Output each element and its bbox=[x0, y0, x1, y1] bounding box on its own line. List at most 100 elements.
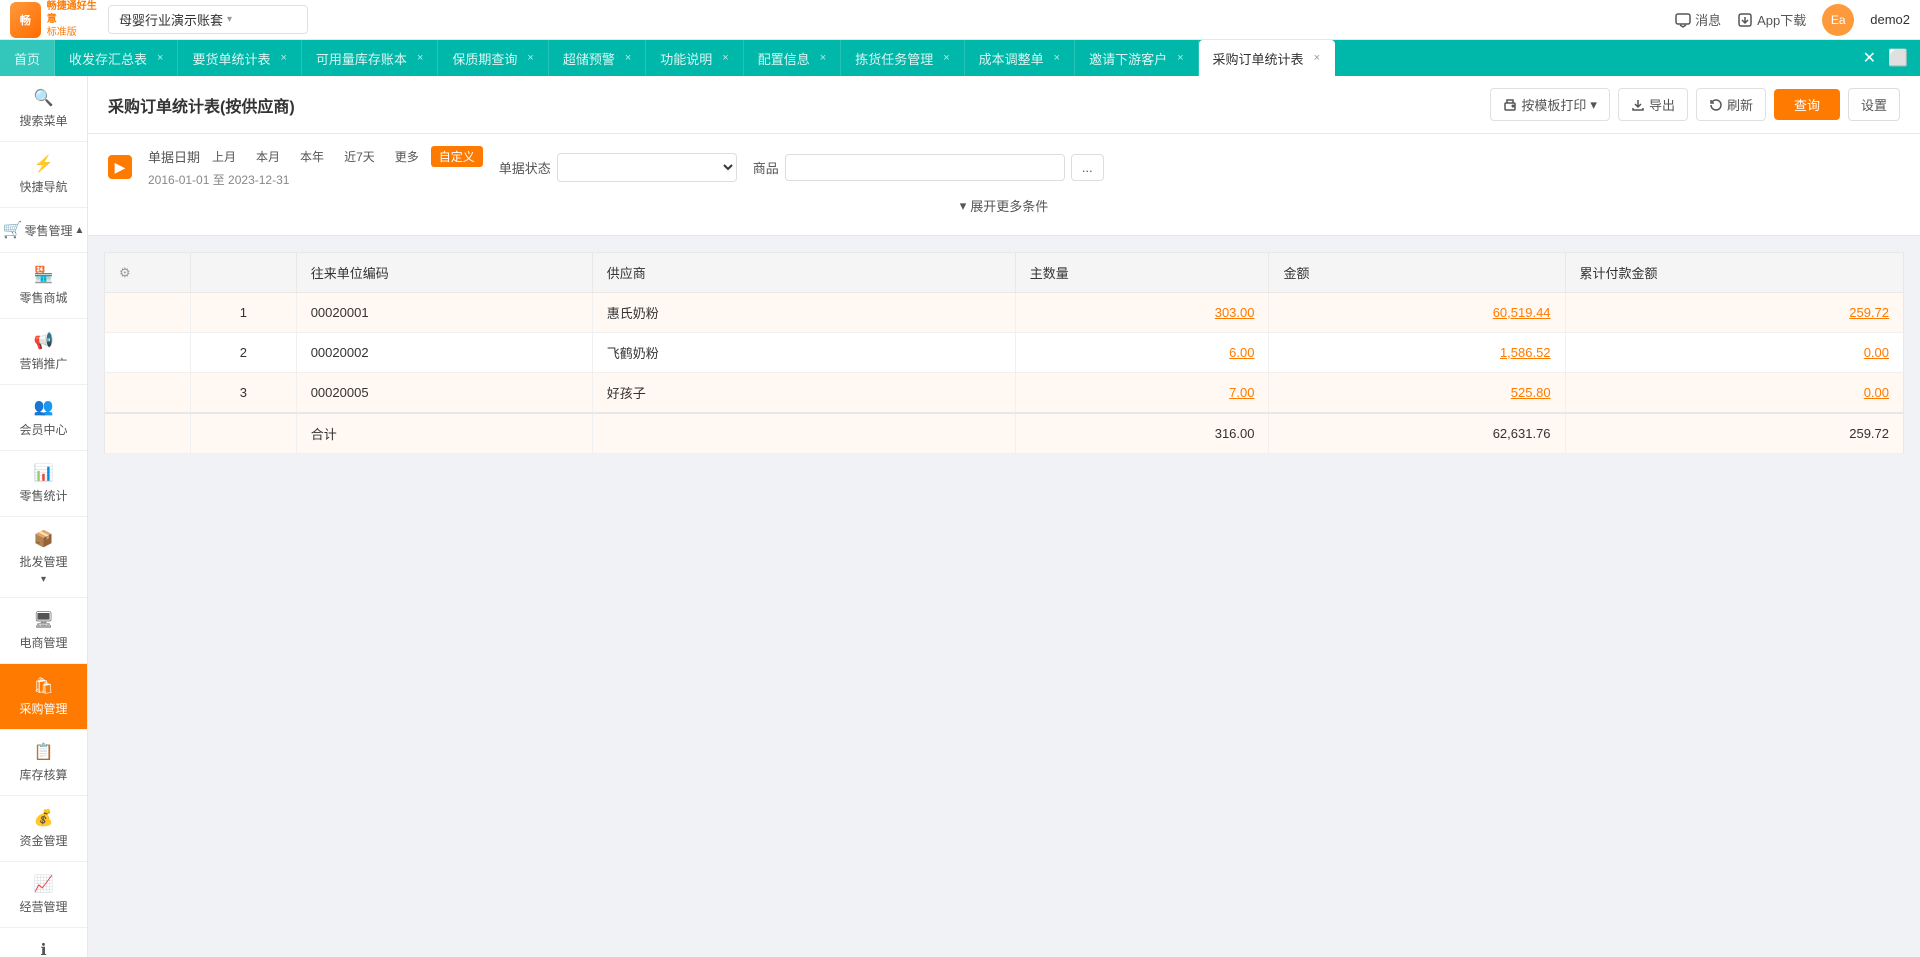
tab-order-stat-label: 要货单统计表 bbox=[192, 49, 270, 68]
row3-qty-val[interactable]: 7.00 bbox=[1229, 385, 1254, 400]
tab-overstock-alert[interactable]: 超储预警 × bbox=[549, 40, 646, 76]
tab-overstock-alert-close[interactable]: × bbox=[625, 52, 631, 64]
sidebar-item-member-center[interactable]: 👥 会员中心 bbox=[0, 385, 87, 451]
col-qty-label: 主数量 bbox=[1030, 266, 1069, 281]
data-table: ⚙ 往来单位编码 供应商 主数量 金额 bbox=[104, 252, 1904, 454]
print-button[interactable]: 按模板打印 ▾ bbox=[1490, 88, 1610, 121]
sidebar-item-wholesale-mgmt[interactable]: 📦 批发管理 ▾ bbox=[0, 517, 87, 598]
tab-expiry-query-close[interactable]: × bbox=[527, 52, 533, 64]
tab-invite-downstream-close[interactable]: × bbox=[1177, 52, 1183, 64]
tab-picking-task[interactable]: 拣货任务管理 × bbox=[841, 40, 964, 76]
sidebar-item-retail-mgmt[interactable]: 🛒 零售管理 ▲ bbox=[0, 208, 87, 253]
tab-home[interactable]: 首页 bbox=[0, 40, 55, 76]
topbar: 畅 畅捷通好生意 标准版 母婴行业演示账套 ▾ 消息 App下载 Ea demo… bbox=[0, 0, 1920, 40]
filter-toggle-btn[interactable]: ▶ bbox=[108, 155, 132, 179]
date-range: 2016-01-01 至 2023-12-31 bbox=[148, 171, 483, 188]
expand-more-btn[interactable]: ▾ 展开更多条件 bbox=[960, 196, 1049, 215]
date-this-month[interactable]: 本月 bbox=[248, 146, 288, 167]
tab-picking-task-close[interactable]: × bbox=[943, 52, 949, 64]
sidebar-ops-mgmt-label: 经营管理 bbox=[19, 898, 67, 915]
marketing-icon: 📢 bbox=[34, 331, 54, 351]
nav-restore-btn[interactable]: ⬜ bbox=[1884, 44, 1912, 72]
sidebar-item-retail-stats[interactable]: 📊 零售统计 bbox=[0, 451, 87, 517]
search-icon: 🔍 bbox=[34, 88, 54, 108]
date-last-month[interactable]: 上月 bbox=[204, 146, 244, 167]
status-select[interactable] bbox=[557, 153, 737, 182]
query-button[interactable]: 查询 bbox=[1774, 89, 1840, 120]
goods-input[interactable] bbox=[785, 154, 1065, 181]
row1-amount-val[interactable]: 60,519.44 bbox=[1493, 305, 1551, 320]
row1-paid: 259.72 bbox=[1565, 293, 1903, 333]
row3-index: 3 bbox=[190, 373, 296, 414]
tab-purchase-stat-close[interactable]: × bbox=[1314, 52, 1320, 64]
nav-close-btn[interactable]: ✕ bbox=[1859, 44, 1880, 72]
sidebar-item-retail-store[interactable]: 🏪 零售商城 bbox=[0, 253, 87, 319]
app-download-action[interactable]: App下载 bbox=[1737, 10, 1806, 29]
sidebar-item-finance-mgmt[interactable]: 💰 资金管理 bbox=[0, 796, 87, 862]
sidebar-item-purchase-mgmt[interactable]: 🛍 采购管理 bbox=[0, 664, 87, 730]
col-settings[interactable]: ⚙ bbox=[105, 253, 191, 293]
date-more[interactable]: 更多 bbox=[387, 146, 427, 167]
sidebar-item-ops-mgmt[interactable]: 📈 经营管理 bbox=[0, 862, 87, 928]
topbar-right: 消息 App下载 Ea demo2 bbox=[1675, 4, 1910, 36]
row2-settings bbox=[105, 333, 191, 373]
goods-more-btn[interactable]: ... bbox=[1071, 154, 1104, 181]
row2-paid-val[interactable]: 0.00 bbox=[1864, 345, 1889, 360]
tab-expiry-query[interactable]: 保质期查询 × bbox=[438, 40, 548, 76]
workspace-selector[interactable]: 母婴行业演示账套 ▾ bbox=[108, 5, 308, 34]
footer-empty2 bbox=[190, 413, 296, 454]
refresh-button[interactable]: 刷新 bbox=[1696, 88, 1766, 121]
user-name[interactable]: demo2 bbox=[1870, 12, 1910, 27]
tab-config-info-close[interactable]: × bbox=[820, 52, 826, 64]
ecommerce-mgmt-icon: 🖥 bbox=[33, 610, 53, 630]
export-button[interactable]: 导出 bbox=[1618, 88, 1688, 121]
row1-index: 1 bbox=[190, 293, 296, 333]
basic-info-icon: ℹ bbox=[40, 940, 46, 957]
sidebar-item-ecommerce-mgmt[interactable]: 🖥 电商管理 bbox=[0, 598, 87, 664]
sidebar-ecommerce-mgmt-label: 电商管理 bbox=[19, 634, 67, 651]
tab-cost-adjust-close[interactable]: × bbox=[1054, 52, 1060, 64]
footer-empty1 bbox=[105, 413, 191, 454]
row2-qty-val[interactable]: 6.00 bbox=[1229, 345, 1254, 360]
page-header: 采购订单统计表(按供应商) 按模板打印 ▾ 导出 刷新 查询 bbox=[88, 76, 1920, 134]
tab-purchase-stat[interactable]: 采购订单统计表 × bbox=[1199, 40, 1335, 76]
row3-amount-val[interactable]: 525.80 bbox=[1511, 385, 1551, 400]
tab-receive-send[interactable]: 收发存汇总表 × bbox=[55, 40, 178, 76]
row3-paid-val[interactable]: 0.00 bbox=[1864, 385, 1889, 400]
tab-func-desc[interactable]: 功能说明 × bbox=[646, 40, 743, 76]
user-avatar[interactable]: Ea bbox=[1822, 4, 1854, 36]
date-7days[interactable]: 近7天 bbox=[336, 146, 383, 167]
tab-receive-send-close[interactable]: × bbox=[157, 52, 163, 64]
expand-label: 展开更多条件 bbox=[970, 196, 1048, 215]
settings-button[interactable]: 设置 bbox=[1848, 88, 1900, 121]
sidebar-item-search[interactable]: 🔍 搜索菜单 bbox=[0, 76, 87, 142]
col-supplier-label: 供应商 bbox=[607, 266, 646, 281]
tab-func-desc-label: 功能说明 bbox=[660, 49, 712, 68]
row2-amount-val[interactable]: 1,586.52 bbox=[1500, 345, 1551, 360]
row1-qty-val[interactable]: 303.00 bbox=[1215, 305, 1255, 320]
table-settings-icon[interactable]: ⚙ bbox=[119, 265, 131, 280]
tab-order-stat-close[interactable]: × bbox=[280, 52, 286, 64]
tab-config-info[interactable]: 配置信息 × bbox=[744, 40, 841, 76]
tab-picking-task-label: 拣货任务管理 bbox=[855, 49, 933, 68]
sidebar-item-quick-nav[interactable]: ⚡ 快捷导航 bbox=[0, 142, 87, 208]
tab-invite-downstream[interactable]: 邀请下游客户 × bbox=[1075, 40, 1198, 76]
ops-mgmt-icon: 📈 bbox=[34, 874, 54, 894]
date-this-year[interactable]: 本年 bbox=[292, 146, 332, 167]
date-custom-badge[interactable]: 自定义 bbox=[431, 146, 483, 167]
tab-cost-adjust[interactable]: 成本调整单 × bbox=[965, 40, 1075, 76]
row3-paid: 0.00 bbox=[1565, 373, 1903, 414]
tab-func-desc-close[interactable]: × bbox=[722, 52, 728, 64]
message-action[interactable]: 消息 bbox=[1675, 10, 1721, 29]
row1-paid-val[interactable]: 259.72 bbox=[1849, 305, 1889, 320]
retail-mgmt-icon: 🛒 bbox=[3, 220, 23, 240]
row2-code-val: 00020002 bbox=[311, 345, 369, 360]
table-row: 1 00020001 惠氏奶粉 303.00 60,519.44 bbox=[105, 293, 1904, 333]
sidebar-item-marketing[interactable]: 📢 营销推广 bbox=[0, 319, 87, 385]
tab-order-stat[interactable]: 要货单统计表 × bbox=[178, 40, 301, 76]
tab-stock-ledger[interactable]: 可用量库存账本 × bbox=[302, 40, 438, 76]
sidebar-item-basic-info[interactable]: ℹ 基础信息 bbox=[0, 928, 87, 957]
sidebar-item-stock-check[interactable]: 📋 库存核算 bbox=[0, 730, 87, 796]
tab-receive-send-label: 收发存汇总表 bbox=[69, 49, 147, 68]
tab-stock-ledger-close[interactable]: × bbox=[417, 52, 423, 64]
